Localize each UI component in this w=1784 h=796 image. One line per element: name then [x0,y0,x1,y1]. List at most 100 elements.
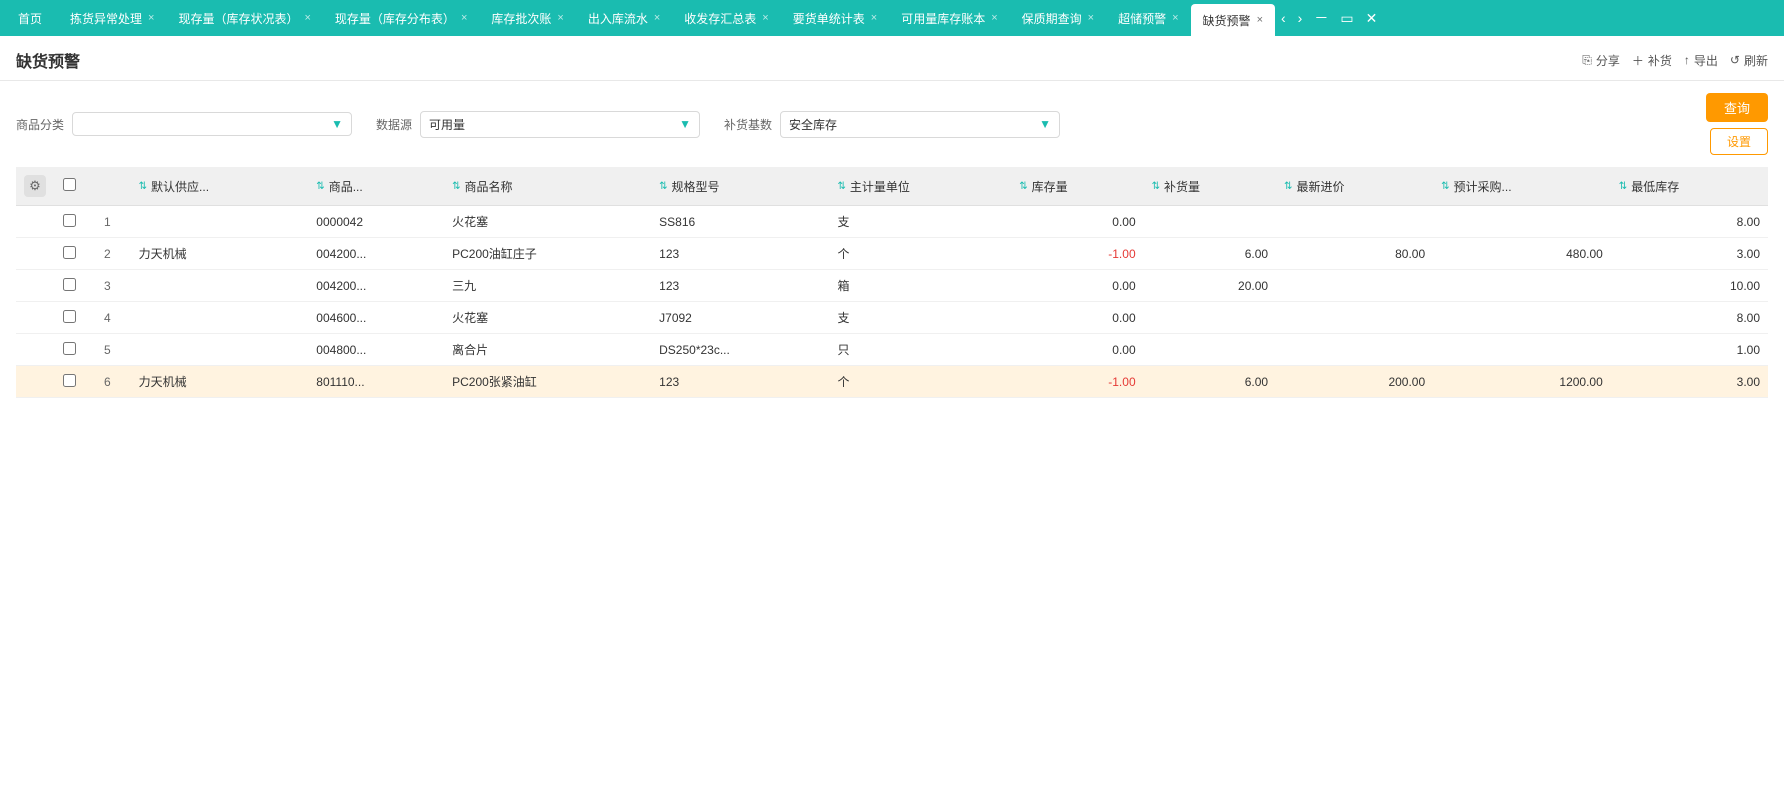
row-code-3: 004600... [308,302,444,334]
tab-close-collect[interactable]: × [762,12,768,24]
data-table: ⚙ ⇅ 默认供应... ⇅ 商 [16,167,1768,398]
row-check-2[interactable] [63,278,76,291]
row-spec-2: 123 [651,270,829,302]
replenish-icon: ＋ [1632,52,1644,69]
tab-inout[interactable]: 出入库流水 × [576,0,672,36]
row-unit-0: 支 [829,206,1011,238]
replenish-base-arrow-icon: ▼ [1039,117,1051,131]
tab-close-abnormal[interactable]: × [148,12,154,24]
window-restore-btn[interactable]: ▭ [1334,0,1359,36]
row-check-1[interactable] [63,246,76,259]
row-settings-2 [16,270,54,302]
tab-close-stock-status[interactable]: × [304,12,310,24]
table-row: 4 004600... 火花塞 J7092 支 0.00 8.00 [16,302,1768,334]
tab-bar: 首页 拣货异常处理 × 现存量（库存状况表） × 现存量（库存分布表） × 库存… [0,0,1784,36]
row-check-5[interactable] [63,374,76,387]
refresh-button[interactable]: ↺ 刷新 [1730,52,1768,69]
tab-close-stock-dist[interactable]: × [461,12,467,24]
tab-overstock[interactable]: 超储预警 × [1106,0,1190,36]
column-settings-gear[interactable]: ⚙ [24,175,46,197]
tab-stock-dist[interactable]: 现存量（库存分布表） × [323,0,479,36]
sort-icon-price: ⇅ [1284,181,1292,192]
replenish-base-select[interactable]: 安全库存 ▼ [780,111,1060,138]
tab-close-expiry[interactable]: × [1088,12,1094,24]
tab-close-shortage[interactable]: × [1257,14,1263,26]
table-row: 2 力天机械 004200... PC200油缸庄子 123 个 -1.00 6… [16,238,1768,270]
row-latest-price-0 [1276,206,1433,238]
query-button[interactable]: 查询 [1706,93,1768,122]
row-checkbox-5[interactable] [54,366,84,398]
header-actions: ⎘ 分享 ＋ 补货 ↑ 导出 ↺ 刷新 [1582,52,1768,69]
row-latest-price-4 [1276,334,1433,366]
replenish-base-filter-group: 补货基数 安全库存 ▼ [724,111,1060,138]
tab-nav-prev[interactable]: ‹ [1275,0,1292,36]
datasource-value: 可用量 [429,116,465,133]
tab-home[interactable]: 首页 [2,0,58,36]
row-estimated-3 [1433,302,1611,334]
row-num-5: 6 [84,366,131,398]
row-stock-5: -1.00 [1011,366,1143,398]
tab-stock-status[interactable]: 现存量（库存状况表） × [166,0,322,36]
col-header-product-code: ⇅ 商品... [308,167,444,206]
tab-batch[interactable]: 库存批次账 × [479,0,575,36]
select-all-checkbox[interactable] [63,178,76,191]
settings-button[interactable]: 设置 [1710,128,1768,155]
row-stock-0: 0.00 [1011,206,1143,238]
row-settings-4 [16,334,54,366]
row-checkbox-0[interactable] [54,206,84,238]
tab-close-inout[interactable]: × [654,12,660,24]
row-min-stock-4: 1.00 [1611,334,1768,366]
row-unit-3: 支 [829,302,1011,334]
row-check-0[interactable] [63,214,76,227]
row-name-4: 离合片 [444,334,651,366]
row-num-0: 1 [84,206,131,238]
tab-close-demand[interactable]: × [871,12,877,24]
row-replenish-qty-0 [1144,206,1276,238]
category-filter-group: 商品分类 ▼ [16,112,352,136]
row-checkbox-2[interactable] [54,270,84,302]
tab-available[interactable]: 可用量库存账本 × [889,0,1009,36]
table-row: 3 004200... 三九 123 箱 0.00 20.00 10.00 [16,270,1768,302]
tab-close-batch[interactable]: × [557,12,563,24]
share-button[interactable]: ⎘ 分享 [1582,52,1620,69]
table-row: 1 0000042 火花塞 SS816 支 0.00 8.00 [16,206,1768,238]
row-num-3: 4 [84,302,131,334]
window-close-btn[interactable]: ✕ [1360,0,1384,36]
table-header: ⚙ ⇅ 默认供应... ⇅ 商 [16,167,1768,206]
tab-expiry[interactable]: 保质期查询 × [1010,0,1106,36]
row-check-3[interactable] [63,310,76,323]
row-supplier-4 [131,334,309,366]
row-checkbox-3[interactable] [54,302,84,334]
row-settings-3 [16,302,54,334]
table-container: ⚙ ⇅ 默认供应... ⇅ 商 [0,167,1784,398]
col-header-unit: ⇅ 主计量单位 [829,167,1011,206]
sort-icon-code: ⇅ [316,181,324,192]
filter-bar: 商品分类 ▼ 数据源 可用量 ▼ 补货基数 安全库存 ▼ 查询 设置 [0,81,1784,167]
row-spec-3: J7092 [651,302,829,334]
row-check-4[interactable] [63,342,76,355]
tab-close-overstock[interactable]: × [1172,12,1178,24]
tab-abnormal[interactable]: 拣货异常处理 × [58,0,166,36]
export-button[interactable]: ↑ 导出 [1684,52,1718,69]
row-num-2: 3 [84,270,131,302]
col-header-replenish-qty: ⇅ 补货量 [1144,167,1276,206]
col-header-stock: ⇅ 库存量 [1011,167,1143,206]
sort-icon-unit: ⇅ [837,181,845,192]
datasource-label: 数据源 [376,116,412,133]
category-select[interactable]: ▼ [72,112,352,136]
replenish-button[interactable]: ＋ 补货 [1632,52,1672,69]
row-unit-4: 只 [829,334,1011,366]
datasource-filter-group: 数据源 可用量 ▼ [376,111,700,138]
row-settings-5 [16,366,54,398]
window-minimize-btn[interactable]: － [1308,0,1334,36]
tab-nav-next[interactable]: › [1292,0,1309,36]
tab-collect[interactable]: 收发存汇总表 × [672,0,780,36]
datasource-select[interactable]: 可用量 ▼ [420,111,700,138]
row-checkbox-1[interactable] [54,238,84,270]
share-icon: ⎘ [1582,53,1592,68]
tab-shortage[interactable]: 缺货预警 × [1191,4,1275,36]
tab-demand[interactable]: 要货单统计表 × [781,0,889,36]
row-replenish-qty-2: 20.00 [1144,270,1276,302]
row-checkbox-4[interactable] [54,334,84,366]
tab-close-available[interactable]: × [991,12,997,24]
